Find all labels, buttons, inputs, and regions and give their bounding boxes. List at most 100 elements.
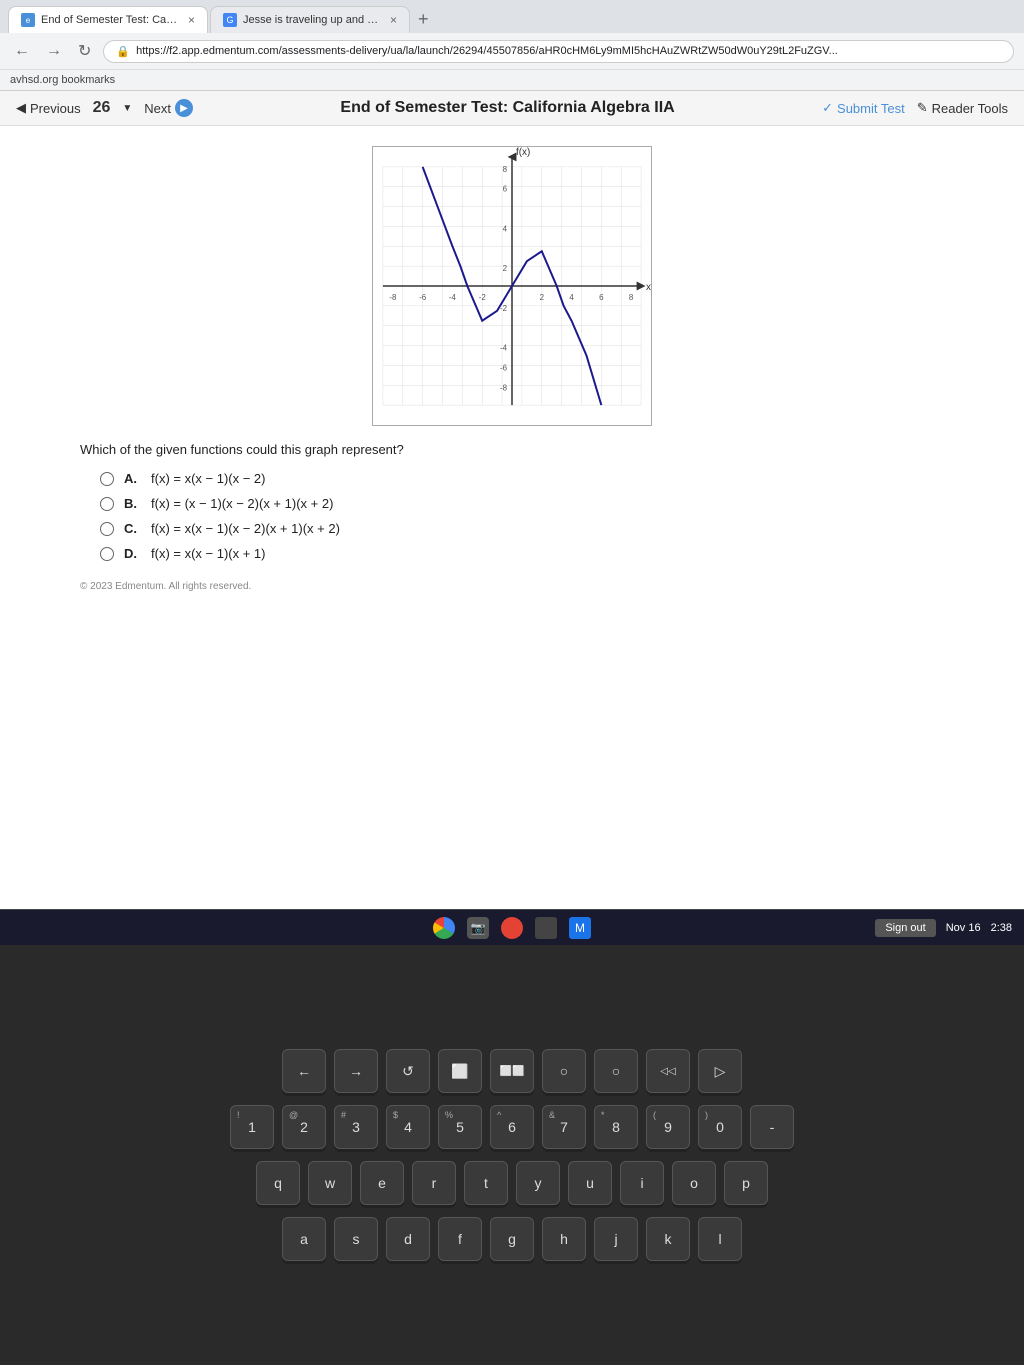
tab-close-2[interactable]: × — [390, 13, 397, 27]
key-5[interactable]: %5 — [438, 1105, 482, 1149]
key-minus[interactable]: - — [750, 1105, 794, 1149]
svg-text:6: 6 — [503, 185, 508, 194]
taskbar-icon-3[interactable] — [501, 917, 523, 939]
keyboard-fn-row: ← → ↺ ⬜ ⬜⬜ ○ ○ ◁◁ ▷ — [282, 1049, 742, 1093]
key-y[interactable]: y — [516, 1161, 560, 1205]
key-f[interactable]: f — [438, 1217, 482, 1261]
key-a[interactable]: a — [282, 1217, 326, 1261]
radio-D[interactable] — [100, 547, 114, 561]
key-h[interactable]: h — [542, 1217, 586, 1261]
answer-choices: A. f(x) = x(x − 1)(x − 2) B. f(x) = (x −… — [100, 471, 984, 561]
svg-text:-6: -6 — [419, 293, 427, 302]
key-k[interactable]: k — [646, 1217, 690, 1261]
sign-out-button[interactable]: Sign out — [875, 919, 935, 937]
key-j[interactable]: j — [594, 1217, 638, 1261]
svg-text:-4: -4 — [449, 293, 457, 302]
choice-D[interactable]: D. f(x) = x(x − 1)(x + 1) — [100, 546, 984, 561]
key-t[interactable]: t — [464, 1161, 508, 1205]
key-7[interactable]: &7 — [542, 1105, 586, 1149]
key-fullscreen[interactable]: ⬜ — [438, 1049, 482, 1093]
key-s[interactable]: s — [334, 1217, 378, 1261]
bookmarks-bar: avhsd.org bookmarks — [0, 69, 1024, 90]
radio-A[interactable] — [100, 472, 114, 486]
choice-formula-A: f(x) = x(x − 1)(x − 2) — [151, 471, 266, 486]
reader-tools-button[interactable]: ✎ Reader Tools — [917, 100, 1008, 116]
svg-text:2: 2 — [540, 293, 545, 302]
key-refresh[interactable]: ↺ — [386, 1049, 430, 1093]
tab-favicon-1: e — [21, 13, 35, 27]
keyboard-number-row: !1 @2 #3 $4 %5 ^6 &7 *8 (9 )0 - — [230, 1105, 794, 1149]
key-0[interactable]: )0 — [698, 1105, 742, 1149]
svg-text:4: 4 — [569, 293, 574, 302]
key-p[interactable]: p — [724, 1161, 768, 1205]
taskbar-icon-2[interactable]: 📷 — [467, 917, 489, 939]
key-r[interactable]: r — [412, 1161, 456, 1205]
choice-label-B: B. — [124, 496, 137, 511]
taskbar-time: 2:38 — [991, 922, 1012, 934]
key-8[interactable]: *8 — [594, 1105, 638, 1149]
key-9[interactable]: (9 — [646, 1105, 690, 1149]
svg-text:2: 2 — [503, 264, 508, 273]
new-tab-button[interactable]: + — [412, 9, 435, 30]
test-nav: ◀ Previous 26 ▼ Next ▶ End of Semester T… — [0, 91, 1024, 126]
key-vol-up[interactable]: ▷ — [698, 1049, 742, 1093]
key-1[interactable]: !1 — [230, 1105, 274, 1149]
address-bar[interactable]: 🔒 https://f2.app.edmentum.com/assessment… — [103, 40, 1014, 63]
choice-A[interactable]: A. f(x) = x(x − 1)(x − 2) — [100, 471, 984, 486]
copyright-text: © 2023 Edmentum. All rights reserved. — [80, 581, 984, 592]
svg-text:-8: -8 — [500, 383, 508, 392]
choice-B[interactable]: B. f(x) = (x − 1)(x − 2)(x + 1)(x + 2) — [100, 496, 984, 511]
key-o[interactable]: o — [672, 1161, 716, 1205]
key-e[interactable]: e — [360, 1161, 404, 1205]
taskbar-icon-5[interactable]: M — [569, 917, 591, 939]
choice-label-C: C. — [124, 521, 137, 536]
tab-end-of-semester[interactable]: e End of Semester Test: California × — [8, 6, 208, 33]
key-brightness-down[interactable]: ○ — [542, 1049, 586, 1093]
key-back[interactable]: ← — [282, 1049, 326, 1093]
chrome-icon[interactable] — [433, 917, 455, 939]
submit-test-button[interactable]: ✓ Submit Test — [822, 100, 905, 116]
choice-formula-B: f(x) = (x − 1)(x − 2)(x + 1)(x + 2) — [151, 496, 333, 511]
key-2[interactable]: @2 — [282, 1105, 326, 1149]
axes — [383, 157, 641, 405]
reload-button[interactable]: ↻ — [74, 39, 95, 63]
svg-text:-4: -4 — [500, 344, 508, 353]
question-number[interactable]: 26 — [93, 99, 111, 117]
key-g[interactable]: g — [490, 1217, 534, 1261]
key-6[interactable]: ^6 — [490, 1105, 534, 1149]
key-d[interactable]: d — [386, 1217, 430, 1261]
radio-B[interactable] — [100, 497, 114, 511]
tab-close-1[interactable]: × — [188, 13, 195, 27]
key-u[interactable]: u — [568, 1161, 612, 1205]
reader-label: Reader Tools — [932, 101, 1008, 116]
taskbar-icon-4[interactable] — [535, 917, 557, 939]
key-brightness-up[interactable]: ○ — [594, 1049, 638, 1093]
back-button[interactable]: ← — [10, 40, 34, 62]
question-content: x f(x) -8 -6 -4 -2 2 4 6 8 — [0, 126, 1024, 931]
key-q[interactable]: q — [256, 1161, 300, 1205]
svg-text:-6: -6 — [500, 363, 508, 372]
key-vol-down[interactable]: ◁◁ — [646, 1049, 690, 1093]
radio-C[interactable] — [100, 522, 114, 536]
content-area: ◀ Previous 26 ▼ Next ▶ End of Semester T… — [0, 91, 1024, 946]
key-forward[interactable]: → — [334, 1049, 378, 1093]
tab-jesse[interactable]: G Jesse is traveling up and down × — [210, 6, 410, 33]
next-circle-icon: ▶ — [175, 99, 193, 117]
bookmarks-label: avhsd.org bookmarks — [10, 74, 115, 86]
address-bar-row: ← → ↻ 🔒 https://f2.app.edmentum.com/asse… — [0, 33, 1024, 69]
choice-C[interactable]: C. f(x) = x(x − 1)(x − 2)(x + 1)(x + 2) — [100, 521, 984, 536]
previous-button[interactable]: ◀ Previous — [16, 100, 81, 116]
graph-container: x f(x) -8 -6 -4 -2 2 4 6 8 — [40, 146, 984, 426]
taskbar: 📷 M Sign out Nov 16 2:38 — [0, 909, 1024, 945]
forward-button[interactable]: → — [42, 40, 66, 62]
key-3[interactable]: #3 — [334, 1105, 378, 1149]
next-label: Next — [144, 101, 171, 116]
key-l[interactable]: l — [698, 1217, 742, 1261]
svg-text:8: 8 — [503, 165, 508, 174]
next-button[interactable]: Next ▶ — [144, 99, 193, 117]
key-i[interactable]: i — [620, 1161, 664, 1205]
question-dropdown-icon[interactable]: ▼ — [122, 103, 132, 114]
key-w[interactable]: w — [308, 1161, 352, 1205]
key-windows[interactable]: ⬜⬜ — [490, 1049, 534, 1093]
key-4[interactable]: $4 — [386, 1105, 430, 1149]
